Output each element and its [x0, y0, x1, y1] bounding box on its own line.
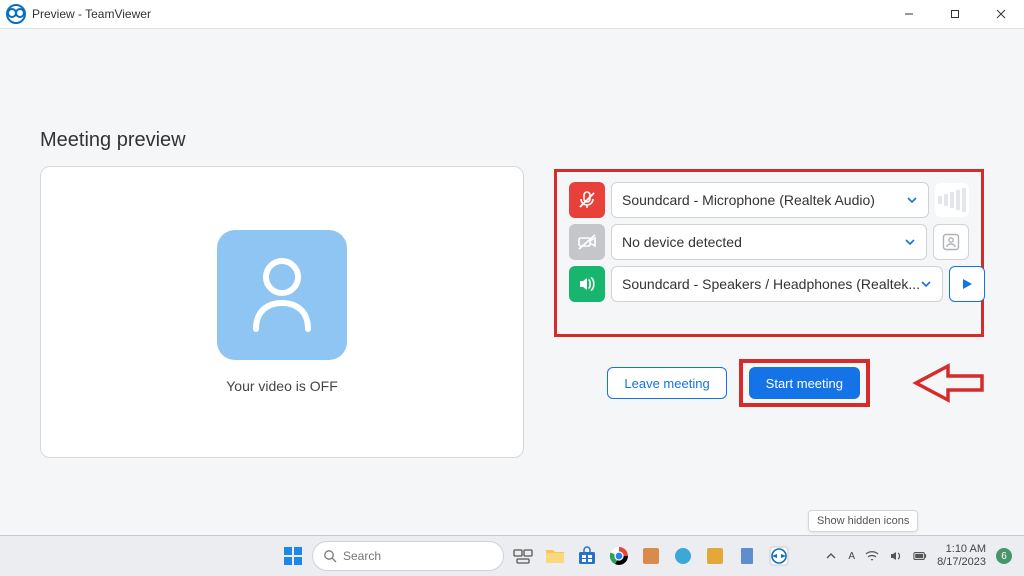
- tray-chevron-up-icon[interactable]: [824, 549, 838, 563]
- person-icon: [244, 255, 320, 335]
- windows-taskbar: Search A 1:10 AM 8/17/2023 6: [0, 535, 1024, 576]
- microphone-select[interactable]: Soundcard - Microphone (Realtek Audio): [611, 182, 929, 218]
- test-speaker-button[interactable]: [949, 266, 985, 302]
- volume-icon[interactable]: [889, 549, 903, 563]
- taskbar-app-3[interactable]: [702, 543, 728, 569]
- play-icon: [961, 278, 973, 290]
- camera-off-icon[interactable]: [569, 224, 605, 260]
- arrow-annotation: [912, 362, 984, 404]
- window-controls: [886, 0, 1024, 28]
- taskbar-app-1[interactable]: [638, 543, 664, 569]
- leave-meeting-button[interactable]: Leave meeting: [607, 367, 726, 399]
- speaker-select[interactable]: Soundcard - Speakers / Headphones (Realt…: [611, 266, 943, 302]
- system-tray: A 1:10 AM 8/17/2023 6: [824, 543, 1024, 568]
- start-meeting-annotation: Start meeting: [739, 359, 870, 407]
- notification-badge[interactable]: 6: [996, 548, 1012, 564]
- battery-icon[interactable]: [913, 549, 927, 563]
- avatar-placeholder: [217, 230, 347, 360]
- search-icon: [323, 549, 337, 563]
- chevron-down-icon: [906, 194, 918, 206]
- window-title: Preview - TeamViewer: [32, 7, 151, 21]
- virtual-background-button[interactable]: [933, 224, 969, 260]
- taskbar-app-4[interactable]: [734, 543, 760, 569]
- camera-select[interactable]: No device detected: [611, 224, 927, 260]
- speaker-on-icon[interactable]: [569, 266, 605, 302]
- language-indicator[interactable]: A: [848, 551, 855, 562]
- meeting-actions: Leave meeting Start meeting: [554, 359, 984, 407]
- taskbar-app-2[interactable]: [670, 543, 696, 569]
- chevron-down-icon: [920, 278, 932, 290]
- video-preview-box: Your video is OFF: [40, 166, 524, 458]
- mic-level-meter: [935, 183, 969, 217]
- video-status-label: Your video is OFF: [226, 378, 338, 394]
- minimize-button[interactable]: [886, 0, 932, 28]
- page-title: Meeting preview: [40, 129, 524, 152]
- clock-date: 8/17/2023: [937, 556, 986, 569]
- speaker-select-label: Soundcard - Speakers / Headphones (Realt…: [622, 276, 920, 292]
- maximize-button[interactable]: [932, 0, 978, 28]
- start-button[interactable]: [280, 543, 306, 569]
- tray-tooltip: Show hidden icons: [808, 510, 918, 532]
- mic-muted-icon[interactable]: [569, 182, 605, 218]
- chevron-down-icon: [904, 236, 916, 248]
- camera-select-label: No device detected: [622, 234, 742, 250]
- window-titlebar: Preview - TeamViewer: [0, 0, 1024, 29]
- chrome-icon[interactable]: [606, 543, 632, 569]
- file-explorer-icon[interactable]: [542, 543, 568, 569]
- clock-time: 1:10 AM: [937, 543, 986, 556]
- wifi-icon[interactable]: [865, 549, 879, 563]
- task-view-button[interactable]: [510, 543, 536, 569]
- taskbar-clock[interactable]: 1:10 AM 8/17/2023: [937, 543, 986, 568]
- speaker-row: Soundcard - Speakers / Headphones (Realt…: [569, 266, 969, 302]
- microphone-select-label: Soundcard - Microphone (Realtek Audio): [622, 192, 875, 208]
- close-button[interactable]: [978, 0, 1024, 28]
- taskbar-teamviewer-icon[interactable]: [766, 543, 792, 569]
- taskbar-search-placeholder: Search: [343, 549, 381, 563]
- start-meeting-button[interactable]: Start meeting: [749, 367, 860, 399]
- teamviewer-icon: [6, 4, 26, 24]
- device-settings-panel: Soundcard - Microphone (Realtek Audio) N…: [554, 169, 984, 337]
- microphone-row: Soundcard - Microphone (Realtek Audio): [569, 182, 969, 218]
- microsoft-store-icon[interactable]: [574, 543, 600, 569]
- camera-row: No device detected: [569, 224, 969, 260]
- taskbar-search[interactable]: Search: [312, 541, 504, 571]
